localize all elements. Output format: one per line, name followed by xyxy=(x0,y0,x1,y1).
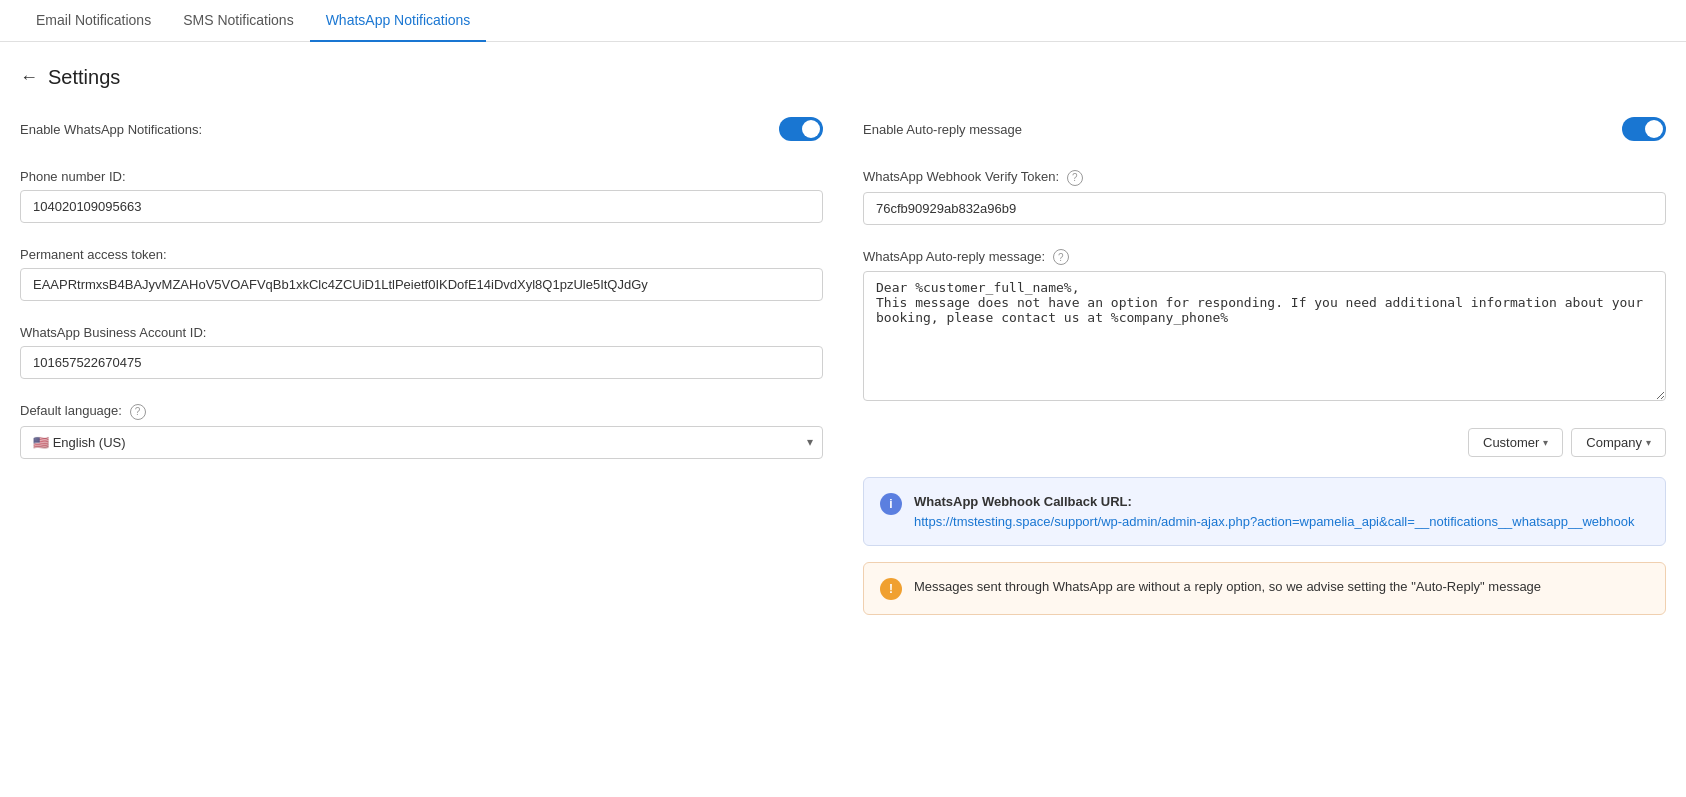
language-value: English (US) xyxy=(53,435,126,450)
phone-number-id-input[interactable] xyxy=(20,190,823,223)
company-button[interactable]: Company ▾ xyxy=(1571,428,1666,457)
default-language-help-icon[interactable]: ? xyxy=(130,404,146,420)
webhook-callback-title: WhatsApp Webhook Callback URL: xyxy=(914,494,1132,509)
webhook-callback-url[interactable]: https://tmstesting.space/support/wp-admi… xyxy=(914,514,1635,529)
tab-sms[interactable]: SMS Notifications xyxy=(167,0,309,42)
default-language-select[interactable]: 🇺🇸 English (US) ▾ xyxy=(20,426,823,459)
tab-email[interactable]: Email Notifications xyxy=(20,0,167,42)
permanent-access-token-section: Permanent access token: xyxy=(20,247,823,301)
default-language-label: Default language: ? xyxy=(20,403,823,420)
language-display-inner: 🇺🇸 English (US) xyxy=(33,435,126,450)
permanent-access-token-input[interactable] xyxy=(20,268,823,301)
customer-chevron-icon: ▾ xyxy=(1543,437,1548,448)
phone-number-id-section: Phone number ID: xyxy=(20,169,823,223)
default-language-select-wrapper: 🇺🇸 English (US) ▾ xyxy=(20,426,823,459)
autoreply-message-help-icon[interactable]: ? xyxy=(1053,249,1069,265)
whatsapp-business-account-id-section: WhatsApp Business Account ID: xyxy=(20,325,823,379)
company-chevron-icon: ▾ xyxy=(1646,437,1651,448)
filter-buttons-row: Customer ▾ Company ▾ xyxy=(863,428,1666,457)
page-title: Settings xyxy=(48,66,120,89)
enable-autoreply-toggle[interactable] xyxy=(1622,117,1666,141)
toggle-thumb xyxy=(802,120,820,138)
webhook-callback-text: WhatsApp Webhook Callback URL: https://t… xyxy=(914,492,1635,531)
enable-whatsapp-label: Enable WhatsApp Notifications: xyxy=(20,122,202,137)
chevron-down-icon: ▾ xyxy=(807,435,813,449)
whatsapp-business-account-id-label: WhatsApp Business Account ID: xyxy=(20,325,823,340)
enable-whatsapp-toggle-row: Enable WhatsApp Notifications: xyxy=(20,117,823,141)
right-column: Enable Auto-reply message WhatsApp Webho… xyxy=(863,117,1666,631)
info-icon: i xyxy=(880,493,902,515)
toggle-thumb-autoreply xyxy=(1645,120,1663,138)
webhook-verify-token-label: WhatsApp Webhook Verify Token: ? xyxy=(863,169,1666,186)
tabs-bar: Email Notifications SMS Notifications Wh… xyxy=(0,0,1686,42)
warning-text: Messages sent through WhatsApp are witho… xyxy=(914,577,1541,597)
customer-label: Customer xyxy=(1483,435,1539,450)
webhook-verify-token-help-icon[interactable]: ? xyxy=(1067,170,1083,186)
tab-whatsapp[interactable]: WhatsApp Notifications xyxy=(310,0,487,42)
customer-button[interactable]: Customer ▾ xyxy=(1468,428,1563,457)
webhook-verify-token-input[interactable] xyxy=(863,192,1666,225)
enable-autoreply-label: Enable Auto-reply message xyxy=(863,122,1022,137)
warning-info-box: ! Messages sent through WhatsApp are wit… xyxy=(863,562,1666,615)
default-language-section: Default language: ? 🇺🇸 English (US) ▾ xyxy=(20,403,823,459)
settings-header: ← Settings xyxy=(20,66,1666,89)
webhook-callback-info-box: i WhatsApp Webhook Callback URL: https:/… xyxy=(863,477,1666,546)
whatsapp-business-account-id-input[interactable] xyxy=(20,346,823,379)
autoreply-message-label: WhatsApp Auto-reply message: ? xyxy=(863,249,1666,266)
autoreply-message-section: WhatsApp Auto-reply message: ? Dear %cus… xyxy=(863,249,1666,405)
back-button[interactable]: ← xyxy=(20,67,38,88)
warning-icon: ! xyxy=(880,578,902,600)
permanent-access-token-label: Permanent access token: xyxy=(20,247,823,262)
main-content: ← Settings Enable WhatsApp Notifications… xyxy=(0,42,1686,655)
settings-grid: Enable WhatsApp Notifications: Phone num… xyxy=(20,117,1666,631)
flag-icon: 🇺🇸 xyxy=(33,435,49,450)
phone-number-id-label: Phone number ID: xyxy=(20,169,823,184)
left-column: Enable WhatsApp Notifications: Phone num… xyxy=(20,117,823,631)
enable-autoreply-toggle-row: Enable Auto-reply message xyxy=(863,117,1666,141)
company-label: Company xyxy=(1586,435,1642,450)
enable-whatsapp-toggle[interactable] xyxy=(779,117,823,141)
webhook-verify-token-section: WhatsApp Webhook Verify Token: ? xyxy=(863,169,1666,225)
autoreply-message-textarea[interactable]: Dear %customer_full_name%,\nThis message… xyxy=(863,271,1666,401)
